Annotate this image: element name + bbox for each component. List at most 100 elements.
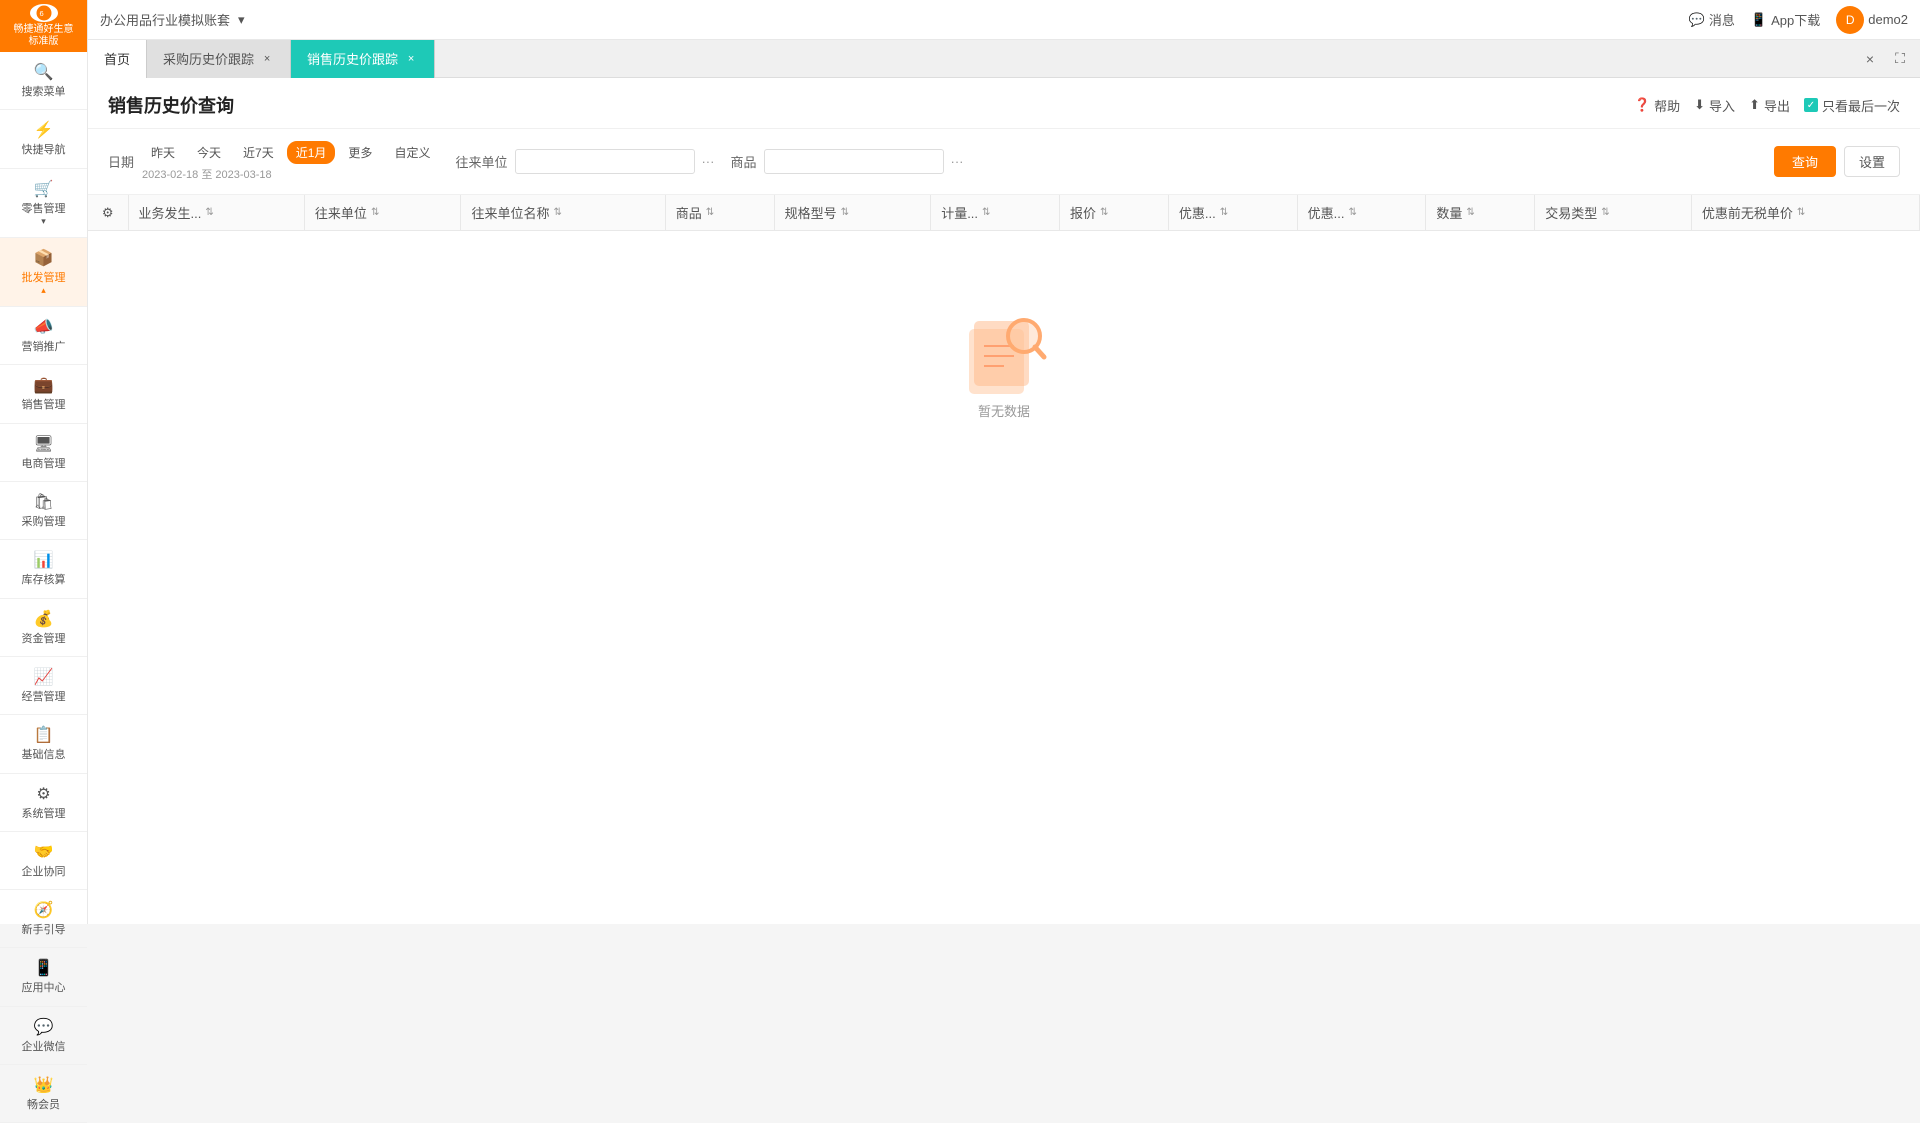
sidebar-item-marketing[interactable]: 📣 营销推广 <box>0 307 87 365</box>
col-trade-type-label: 交易类型 <box>1545 203 1597 222</box>
tab-purchase-history-close[interactable]: × <box>260 52 274 66</box>
col-biz-date[interactable]: 业务发生... ⇅ <box>128 195 304 231</box>
col-discount2-label: 优惠... <box>1308 203 1345 222</box>
col-partner-name-label: 往来单位名称 <box>471 203 549 222</box>
date-btn-more[interactable]: 更多 <box>339 141 381 164</box>
query-button[interactable]: 查询 <box>1774 146 1836 177</box>
col-trade-type[interactable]: 交易类型 ⇅ <box>1535 195 1692 231</box>
sidebar-item-retail-mgmt[interactable]: 🛒 零售管理 ▾ <box>0 169 87 238</box>
sidebar-item-enterprise-wechat[interactable]: 💬 企业微信 <box>0 1007 87 1065</box>
col-price-label: 报价 <box>1070 203 1096 222</box>
col-partner-name[interactable]: 往来单位名称 ⇅ <box>461 195 665 231</box>
date-btn-yesterday[interactable]: 昨天 <box>142 141 184 164</box>
sidebar-item-operations[interactable]: 📈 经营管理 <box>0 657 87 715</box>
product-dots[interactable]: ··· <box>950 154 963 169</box>
operations-icon: 📈 <box>34 667 54 687</box>
col-discount1-label: 优惠... <box>1179 203 1216 222</box>
sidebar-item-sales-mgmt[interactable]: 💼 销售管理 <box>0 365 87 423</box>
chevron-up-icon: ▴ <box>41 285 46 296</box>
tab-home[interactable]: 首页 <box>88 40 147 78</box>
wholesale-mgmt-icon: 📦 <box>34 248 54 268</box>
sort-icon: ⇅ <box>554 207 562 218</box>
sidebar-item-inventory[interactable]: 📊 库存核算 <box>0 540 87 598</box>
data-table: ⚙ 业务发生... ⇅ 往来单位 ⇅ <box>88 195 1920 231</box>
product-input[interactable] <box>764 149 944 174</box>
logo-text: 畅捷通好生意标准版 <box>14 24 74 48</box>
sidebar-item-label: 经营管理 <box>22 690 66 704</box>
sidebar-item-enterprise-collab[interactable]: 🤝 企业协同 <box>0 832 87 890</box>
close-tab-button[interactable]: × <box>1858 47 1882 71</box>
sidebar-item-membership[interactable]: 👑 畅会员 <box>0 1065 87 1123</box>
svg-text:6: 6 <box>39 9 43 18</box>
col-discount1[interactable]: 优惠... ⇅ <box>1168 195 1297 231</box>
tab-sales-history[interactable]: 销售历史价跟踪 × <box>291 40 435 78</box>
sidebar-item-label: 资金管理 <box>22 632 66 646</box>
sidebar-item-quick-nav[interactable]: ⚡ 快捷导航 <box>0 110 87 168</box>
top-bar-right: 💬 消息 📱 App下载 D demo2 <box>1689 6 1908 34</box>
sidebar-item-wholesale-mgmt[interactable]: 📦 批发管理 ▴ <box>0 238 87 307</box>
empty-text: 暂无数据 <box>978 401 1030 420</box>
sort-icon: ⇅ <box>1601 207 1609 218</box>
sort-icon: ⇅ <box>982 207 990 218</box>
partner-dots[interactable]: ··· <box>701 154 714 169</box>
chevron-down-icon: ▾ <box>238 12 245 28</box>
sidebar-item-label: 采购管理 <box>22 515 66 529</box>
date-btn-custom[interactable]: 自定义 <box>385 141 439 164</box>
sidebar-item-label: 基础信息 <box>22 748 66 762</box>
export-button[interactable]: ⬆ 导出 <box>1749 96 1790 115</box>
sidebar-item-purchase-mgmt[interactable]: 🛍 采购管理 <box>0 482 87 540</box>
col-discount2[interactable]: 优惠... ⇅ <box>1297 195 1426 231</box>
app-download-button[interactable]: 📱 App下载 <box>1751 10 1820 29</box>
sort-icon: ⇅ <box>1100 207 1108 218</box>
empty-svg <box>954 311 1054 401</box>
search-menu-icon: 🔍 <box>34 62 54 82</box>
date-btn-7days[interactable]: 近7天 <box>234 141 283 164</box>
sidebar-item-label: 销售管理 <box>22 398 66 412</box>
company-dropdown[interactable]: ▾ <box>238 12 245 28</box>
sidebar-item-newbie[interactable]: 🧭 新手引导 <box>0 890 87 948</box>
col-product[interactable]: 商品 ⇅ <box>665 195 774 231</box>
partner-input[interactable] <box>515 149 695 174</box>
sidebar-item-label: 快捷导航 <box>22 143 66 157</box>
import-button[interactable]: ⬇ 导入 <box>1694 96 1735 115</box>
sidebar-item-label: 畅会员 <box>27 1098 60 1112</box>
col-price[interactable]: 报价 ⇅ <box>1059 195 1168 231</box>
empty-illustration <box>954 311 1054 401</box>
settings-button[interactable]: 设置 <box>1844 146 1900 177</box>
sidebar-item-label: 搜索菜单 <box>22 85 66 99</box>
help-button[interactable]: ❓ 帮助 <box>1634 96 1680 115</box>
tab-purchase-history[interactable]: 采购历史价跟踪 × <box>147 40 291 78</box>
col-partner-code[interactable]: 往来单位 ⇅ <box>304 195 461 231</box>
sidebar-item-search-menu[interactable]: 🔍 搜索菜单 <box>0 52 87 110</box>
product-filter-group: 商品 ··· <box>730 149 963 174</box>
system-icon: ⚙ <box>36 784 50 804</box>
sidebar-item-label: 应用中心 <box>22 981 66 995</box>
date-btn-1month[interactable]: 近1月 <box>287 141 336 164</box>
table-header: ⚙ 业务发生... ⇅ 往来单位 ⇅ <box>88 195 1920 231</box>
content-area: 销售历史价查询 ❓ 帮助 ⬇ 导入 ⬆ 导出 ✓ 只看最后一次 <box>88 78 1920 924</box>
sales-mgmt-icon: 💼 <box>34 375 54 395</box>
sidebar-item-basic-info[interactable]: 📋 基础信息 <box>0 715 87 773</box>
sort-icon: ⇅ <box>706 207 714 218</box>
product-input-group: ··· <box>764 149 963 174</box>
sidebar-item-label: 企业协同 <box>22 865 66 879</box>
sidebar-item-finance[interactable]: 💰 资金管理 <box>0 599 87 657</box>
tab-purchase-history-label: 采购历史价跟踪 <box>163 49 254 68</box>
col-unit[interactable]: 计量... ⇅ <box>931 195 1060 231</box>
export-label: 导出 <box>1764 96 1790 115</box>
col-settings[interactable]: ⚙ <box>88 195 128 231</box>
col-spec[interactable]: 规格型号 ⇅ <box>774 195 931 231</box>
sidebar-item-ecommerce[interactable]: 🖥 电商管理 <box>0 424 87 482</box>
sort-icon: ⇅ <box>1466 207 1474 218</box>
user-profile[interactable]: D demo2 <box>1836 6 1908 34</box>
sidebar-item-app-center[interactable]: 📱 应用中心 <box>0 948 87 1006</box>
settings-icon: ⚙ <box>102 205 114 221</box>
col-quantity[interactable]: 数量 ⇅ <box>1426 195 1535 231</box>
col-pre-tax-price[interactable]: 优惠前无税单价 ⇅ <box>1691 195 1919 231</box>
only-last-checkbox[interactable]: ✓ 只看最后一次 <box>1804 96 1900 115</box>
sidebar-item-system[interactable]: ⚙ 系统管理 <box>0 774 87 832</box>
tab-sales-history-close[interactable]: × <box>404 52 418 66</box>
message-button[interactable]: 💬 消息 <box>1689 10 1735 29</box>
fullscreen-button[interactable]: ⛶ <box>1888 47 1912 71</box>
date-btn-today[interactable]: 今天 <box>188 141 230 164</box>
